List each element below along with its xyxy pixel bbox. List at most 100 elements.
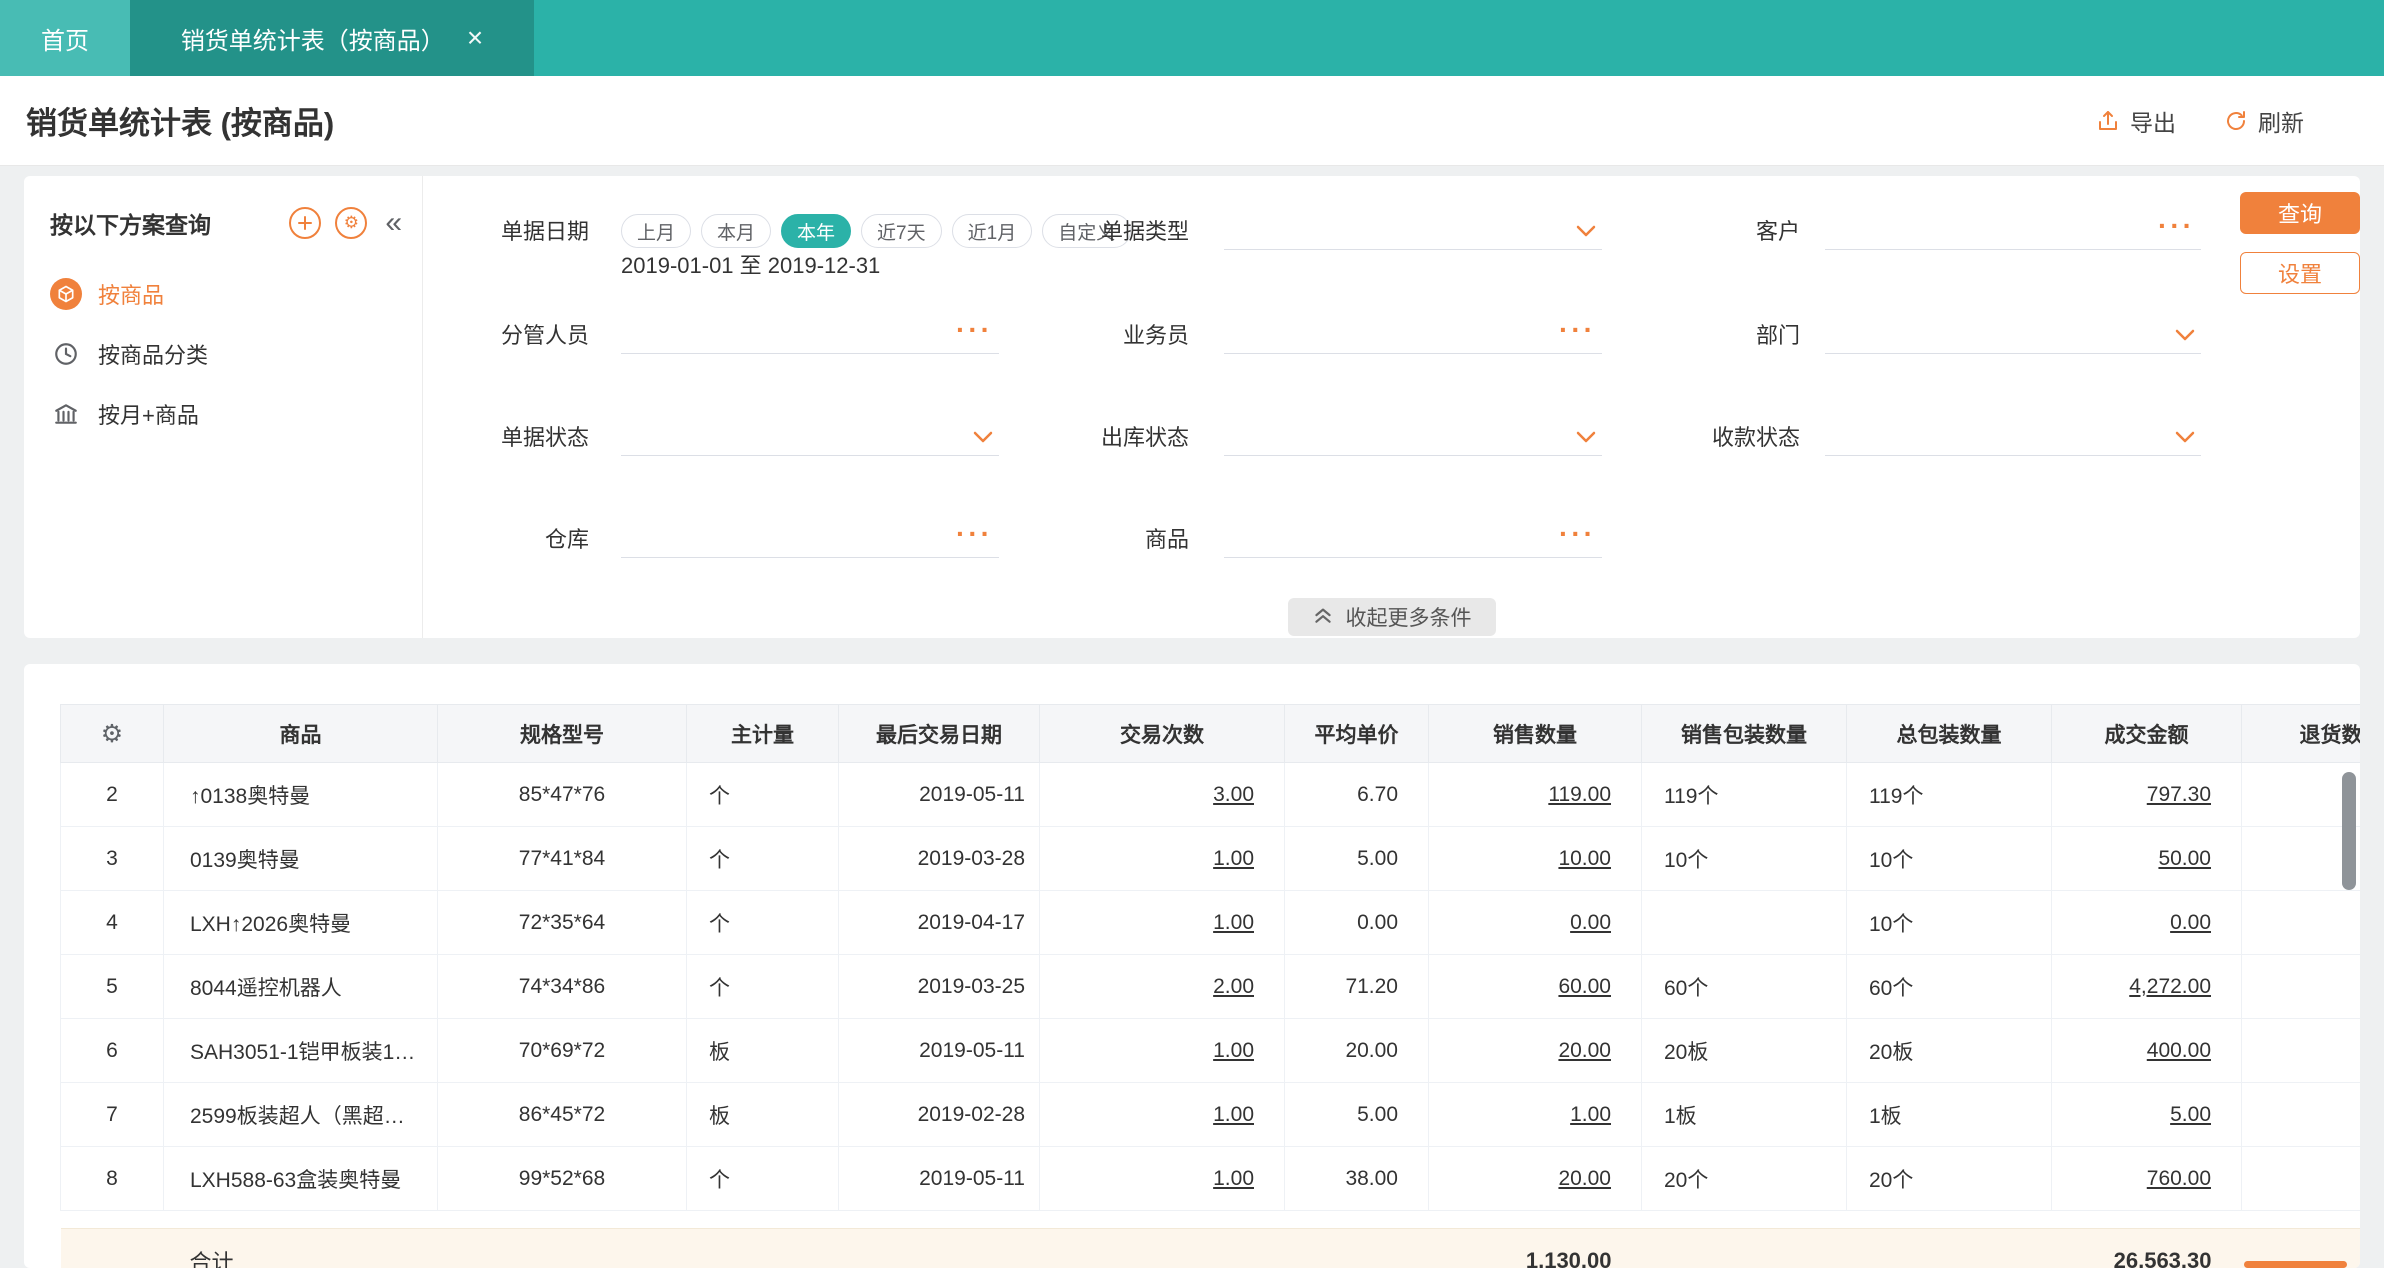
- tab-close-icon[interactable]: ×: [467, 24, 483, 52]
- drilldown-link[interactable]: 797.30: [2147, 783, 2211, 806]
- drilldown-link[interactable]: 1.00: [1213, 911, 1254, 934]
- drilldown-link[interactable]: 5.00: [2170, 1103, 2211, 1126]
- pill-last-7-days[interactable]: 近7天: [861, 214, 942, 248]
- outbound-status-select[interactable]: [1224, 416, 1602, 456]
- filter-label-customer: 客户: [1755, 219, 1800, 244]
- cube-icon: [50, 278, 82, 310]
- filter-label-doc-type: 单据类型: [1100, 219, 1189, 244]
- clock-icon: [50, 338, 82, 370]
- drilldown-link[interactable]: 119.00: [1548, 783, 1611, 806]
- pill-last-month[interactable]: 上月: [621, 214, 692, 248]
- collapse-more-filters-button[interactable]: 收起更多条件: [1287, 598, 1496, 636]
- ellipsis-icon: ···: [1559, 518, 1596, 549]
- refresh-button[interactable]: 刷新: [2224, 104, 2304, 138]
- app-root: 首页 销货单统计表（按商品） × 销货单统计表 (按商品) 导出 刷新 按以下方…: [0, 0, 2384, 1268]
- filter-label-product: 商品: [1144, 527, 1189, 552]
- drilldown-link[interactable]: 0.00: [2170, 911, 2211, 934]
- drilldown-link[interactable]: 50.00: [2158, 847, 2211, 870]
- receipt-status-select[interactable]: [1825, 416, 2201, 456]
- scheme-sidebar: 按以下方案查询 ⚙ « 按商品 按商品分类 按月+商品: [24, 176, 422, 638]
- tab-home[interactable]: 首页: [0, 0, 130, 76]
- drilldown-link[interactable]: 10.00: [1558, 847, 1611, 870]
- building-icon: [50, 398, 82, 430]
- drilldown-link[interactable]: 1.00: [1213, 847, 1254, 870]
- refresh-label: 刷新: [2258, 109, 2304, 136]
- date-range-value[interactable]: 2019-01-01 至 2019-12-31: [621, 248, 880, 280]
- table-footer: 合计 1,130.00 26,563.30: [60, 1210, 2360, 1268]
- header-actions: 导出 刷新: [2096, 104, 2304, 138]
- drilldown-link[interactable]: 760.00: [2147, 1167, 2211, 1190]
- col-header-amount: 成交金额: [2051, 704, 2242, 763]
- totals-row: 合计 1,130.00 26,563.30: [60, 1228, 2360, 1268]
- spacer-row: [60, 1210, 2360, 1229]
- table-row: 6 SAH3051-1铠甲板装1… 70*69*72 板 2019-05-11 1.00 2…: [60, 1018, 2360, 1083]
- results-panel: ⚙ 商品 规格型号 主计量 最后交易日期 交易次数 平均单价 销售数量 销售包装…: [24, 664, 2360, 1268]
- chevron-down-icon: [2175, 430, 2195, 448]
- tab-active-label: 销货单统计表（按商品）: [180, 27, 445, 55]
- horizontal-scrollbar[interactable]: [2244, 1261, 2347, 1268]
- drilldown-link[interactable]: 400.00: [2147, 1039, 2211, 1062]
- sidebar-item-label: 按商品分类: [98, 343, 209, 368]
- scheme-settings-icon[interactable]: ⚙: [335, 207, 368, 239]
- drilldown-link[interactable]: 2.00: [1213, 975, 1254, 998]
- filter-label-salesman: 业务员: [1122, 323, 1189, 348]
- drilldown-link[interactable]: 1.00: [1213, 1039, 1254, 1062]
- drilldown-link[interactable]: 60.00: [1558, 975, 1611, 998]
- export-icon: [2096, 109, 2120, 133]
- product-picker[interactable]: ···: [1224, 518, 1602, 558]
- vertical-scrollbar[interactable]: [2342, 772, 2356, 890]
- filter-label-department: 部门: [1755, 323, 1800, 348]
- scheme-sidebar-header: 按以下方案查询 ⚙ «: [50, 206, 402, 240]
- tab-active[interactable]: 销货单统计表（按商品） ×: [130, 0, 534, 76]
- col-header-total-pkg: 总包装数量: [1846, 704, 2052, 763]
- drilldown-link[interactable]: 1.00: [1213, 1103, 1254, 1126]
- chevron-down-icon: [2175, 328, 2195, 346]
- totals-sales-qty: 1,130.00: [1428, 1228, 1642, 1268]
- warehouse-picker[interactable]: ···: [621, 518, 999, 558]
- sidebar-item-by-month-product[interactable]: 按月+商品: [50, 384, 402, 444]
- results-table-wrap: ⚙ 商品 规格型号 主计量 最后交易日期 交易次数 平均单价 销售数量 销售包装…: [24, 664, 2360, 1268]
- export-button[interactable]: 导出: [2096, 104, 2176, 138]
- double-chevron-up-icon: [1312, 603, 1334, 631]
- col-header-sales-qty: 销售数量: [1428, 704, 1642, 763]
- table-row: 8 LXH588-63盒装奥特曼 99*52*68 个 2019-05-11 1.00 38…: [60, 1146, 2360, 1211]
- doc-status-select[interactable]: [621, 416, 999, 456]
- totals-amount: 26,563.30: [2051, 1228, 2242, 1268]
- query-button[interactable]: 查询: [2240, 192, 2360, 234]
- collapse-more-filters-label: 收起更多条件: [1345, 607, 1472, 630]
- table-body: 2 ↑0138奥特曼 85*47*76 个 2019-05-11 3.00 6.70 119.…: [60, 762, 2360, 1211]
- col-header-unit: 主计量: [686, 704, 839, 763]
- table-row: 7 2599板装超人（黑超… 86*45*72 板 2019-02-28 1.00 5.00…: [60, 1082, 2360, 1147]
- sidebar-item-by-category[interactable]: 按商品分类: [50, 324, 402, 384]
- column-settings-icon[interactable]: ⚙: [101, 720, 123, 748]
- drilldown-link[interactable]: 1.00: [1570, 1103, 1611, 1126]
- tab-home-label: 首页: [41, 27, 89, 55]
- table-header-row: ⚙ 商品 规格型号 主计量 最后交易日期 交易次数 平均单价 销售数量 销售包装…: [60, 704, 2360, 763]
- sidebar-item-label: 按月+商品: [98, 403, 199, 428]
- customer-picker[interactable]: ···: [1825, 210, 2201, 250]
- pill-this-month[interactable]: 本月: [701, 214, 772, 248]
- table-row: 4 LXH↑2026奥特曼 72*35*64 个 2019-04-17 1.00 0.00 0…: [60, 890, 2360, 955]
- settings-button[interactable]: 设置: [2240, 252, 2360, 294]
- refresh-icon: [2224, 109, 2248, 133]
- doc-type-select[interactable]: [1224, 210, 1602, 250]
- drilldown-link[interactable]: 20.00: [1558, 1039, 1611, 1062]
- department-select[interactable]: [1825, 314, 2201, 354]
- sidebar-item-by-product[interactable]: 按商品: [50, 264, 402, 324]
- table-row: 5 8044遥控机器人 74*34*86 个 2019-03-25 2.00 71.20 60…: [60, 954, 2360, 1019]
- salesman-picker[interactable]: ···: [1224, 314, 1602, 354]
- pill-this-year[interactable]: 本年: [781, 214, 852, 248]
- drilldown-link[interactable]: 0.00: [1570, 911, 1611, 934]
- filter-area: 单据日期 上月 本月 本年 近7天 近1月 自定义 2019-01-01 至 2…: [423, 176, 2360, 638]
- add-scheme-icon[interactable]: [289, 207, 322, 239]
- scheme-sidebar-title: 按以下方案查询: [50, 212, 211, 238]
- drilldown-link[interactable]: 20.00: [1558, 1167, 1611, 1190]
- manager-picker[interactable]: ···: [621, 314, 999, 354]
- col-header-avg-price: 平均单价: [1284, 704, 1429, 763]
- drilldown-link[interactable]: 1.00: [1213, 1167, 1254, 1190]
- results-table: ⚙ 商品 规格型号 主计量 最后交易日期 交易次数 平均单价 销售数量 销售包装…: [60, 704, 2360, 1268]
- drilldown-link[interactable]: 4,272.00: [2129, 975, 2211, 998]
- drilldown-link[interactable]: 3.00: [1213, 783, 1254, 806]
- col-header-return-qty: 退货数量: [2241, 704, 2360, 763]
- page-header: 销货单统计表 (按商品) 导出 刷新: [0, 76, 2384, 166]
